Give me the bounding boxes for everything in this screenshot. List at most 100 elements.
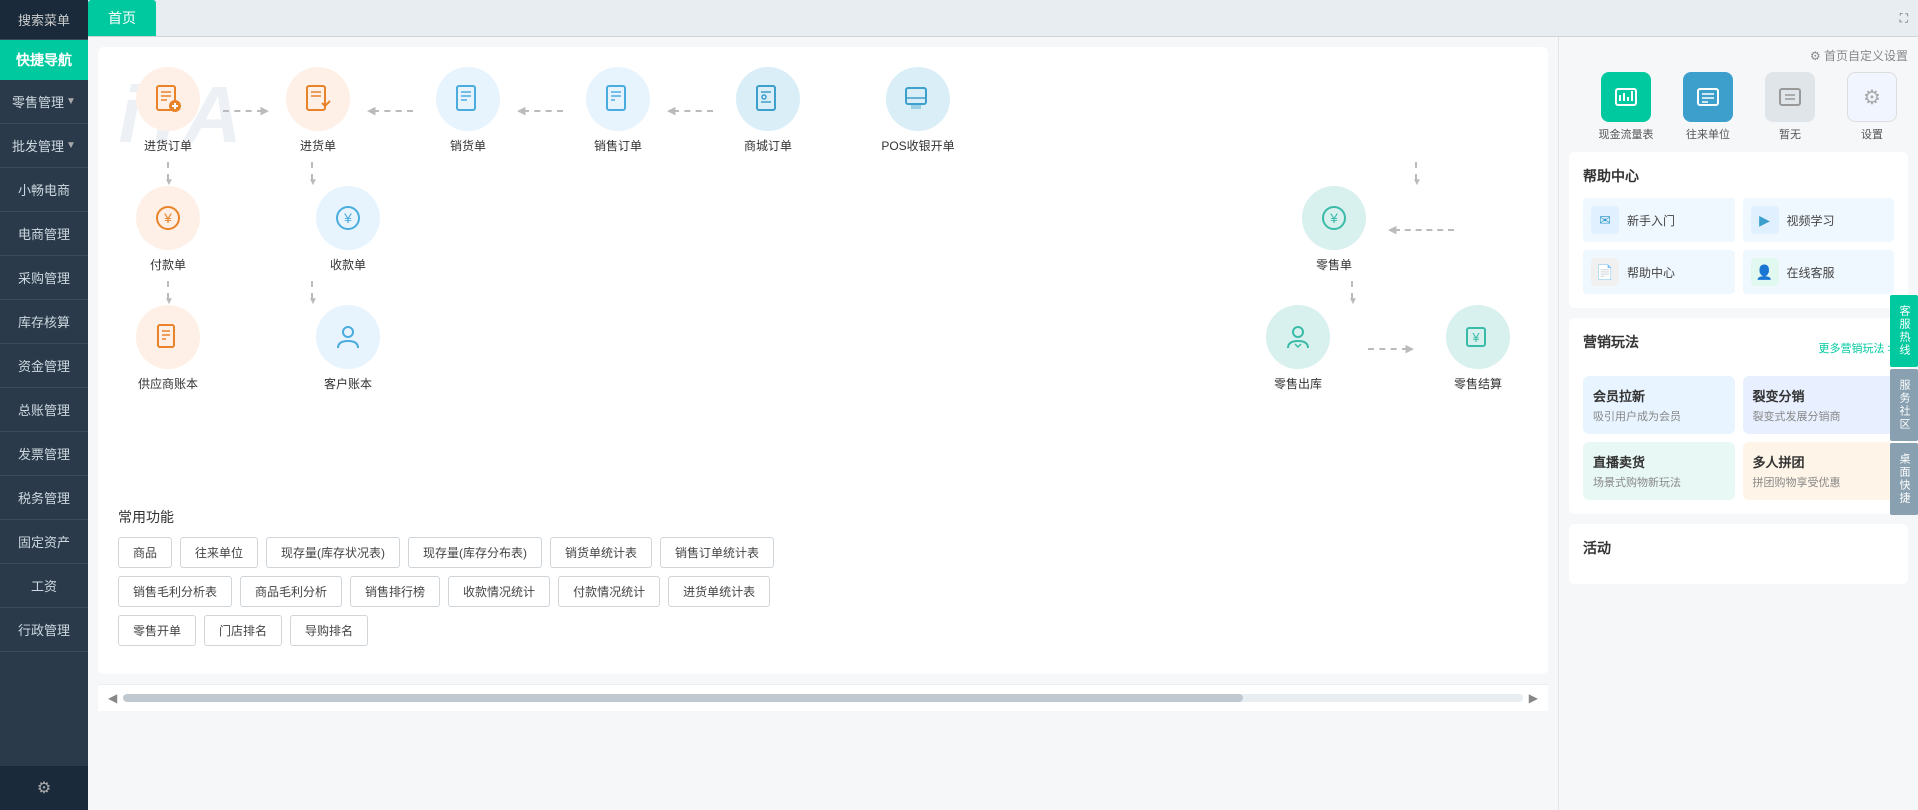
func-btn-sales-order-stat[interactable]: 销售订单统计表 [660, 537, 774, 568]
sidebar-item-ecommerce-small[interactable]: 小畅电商 [0, 168, 88, 212]
node-purchase-order[interactable]: 进货订单 [118, 67, 218, 154]
node-supplier-ledger[interactable]: 供应商账本 [118, 305, 218, 392]
func-btn-partner[interactable]: 往来单位 [180, 537, 258, 568]
node-sales[interactable]: 销货单 [418, 67, 518, 154]
func-btn-store-rank[interactable]: 门店排名 [204, 615, 282, 646]
marketing-item-member[interactable]: 会员拉新 吸引用户成为会员 [1583, 376, 1735, 434]
play-icon: ▶ [1751, 206, 1779, 234]
sidebar-item-finance[interactable]: 资金管理 [0, 344, 88, 388]
fullscreen-button[interactable]: ⛶ [1900, 11, 1908, 25]
activity-section: 活动 [1569, 524, 1908, 584]
sidebar-nav-header: 快捷导航 [0, 40, 88, 80]
sidebar-item-purchase[interactable]: 采购管理 [0, 256, 88, 300]
node-collection[interactable]: ¥ 收款单 [298, 186, 398, 273]
scroll-track[interactable] [123, 694, 1523, 702]
sidebar-item-assets[interactable]: 固定资产 [0, 520, 88, 564]
help-item-center[interactable]: 📄 帮助中心 [1583, 250, 1735, 294]
none-icon [1765, 72, 1815, 122]
content-area: iTA 进货订单 ▶ [88, 37, 1918, 810]
node-sales-order[interactable]: 销售订单 [568, 67, 668, 154]
scroll-thumb [123, 694, 1243, 702]
svg-text:¥: ¥ [163, 210, 172, 226]
node-circle-retail-settle: ¥ [1446, 305, 1510, 369]
node-circle-retail-out [1266, 305, 1330, 369]
sidebar-item-ecommerce[interactable]: 电商管理 [0, 212, 88, 256]
node-retail-out[interactable]: 零售出库 [1248, 305, 1348, 392]
marketing-title: 营销玩法 [1583, 332, 1639, 352]
sidebar-item-inventory[interactable]: 库存核算 [0, 300, 88, 344]
homepage-customize-label[interactable]: ⚙ 首页自定义设置 [1590, 47, 1908, 64]
quick-icon-cashflow[interactable]: 现金流量表 [1590, 72, 1662, 142]
node-circle-customer-ledger [316, 305, 380, 369]
horizontal-scrollbar[interactable]: ◀ ▶ [98, 684, 1548, 711]
func-btn-stock-status[interactable]: 现存量(库存状况表) [266, 537, 400, 568]
settings-icon: ⚙ [1847, 72, 1897, 122]
node-circle-sales [436, 67, 500, 131]
main-area: 首页 ⛶ iTA 进货订单 [88, 0, 1918, 810]
func-btn-product[interactable]: 商品 [118, 537, 172, 568]
quick-icon-partner[interactable]: 往来单位 [1672, 72, 1744, 142]
svg-text:¥: ¥ [1471, 330, 1480, 345]
tab-home[interactable]: 首页 [88, 0, 156, 36]
quick-icon-none[interactable]: 暂无 [1754, 72, 1826, 142]
float-btn-community[interactable]: 服务社区 [1890, 369, 1918, 441]
node-circle-pos [886, 67, 950, 131]
partner-icon [1683, 72, 1733, 122]
mail-icon: ✉ [1591, 206, 1619, 234]
func-btn-sales-stat[interactable]: 销货单统计表 [550, 537, 652, 568]
person-icon: 👤 [1751, 258, 1779, 286]
func-btn-product-margin[interactable]: 商品毛利分析 [240, 576, 342, 607]
node-circle-purchase [286, 67, 350, 131]
chevron-down-icon: ▼ [66, 96, 76, 107]
func-btn-sales-margin[interactable]: 销售毛利分析表 [118, 576, 232, 607]
help-item-online[interactable]: 👤 在线客服 [1743, 250, 1895, 294]
sidebar-item-ledger[interactable]: 总账管理 [0, 388, 88, 432]
sidebar-item-invoice[interactable]: 发票管理 [0, 432, 88, 476]
sidebar-item-payroll[interactable]: 工资 [0, 564, 88, 608]
activity-title: 活动 [1583, 538, 1894, 558]
left-panel: iTA 进货订单 ▶ [88, 37, 1558, 810]
node-retail-settle[interactable]: ¥ 零售结算 [1428, 305, 1528, 392]
node-payment[interactable]: ¥ 付款单 [118, 186, 218, 273]
node-mall-order[interactable]: 商城订单 [718, 67, 818, 154]
scroll-right-arrow[interactable]: ▶ [1529, 691, 1538, 705]
scroll-left-arrow[interactable]: ◀ [108, 691, 117, 705]
node-circle-payment: ¥ [136, 186, 200, 250]
sidebar-item-admin[interactable]: 行政管理 [0, 608, 88, 652]
help-item-video[interactable]: ▶ 视频学习 [1743, 198, 1895, 242]
node-customer-ledger[interactable]: 客户账本 [298, 305, 398, 392]
func-btn-stock-dist[interactable]: 现存量(库存分布表) [408, 537, 542, 568]
node-pos[interactable]: POS收银开单 [868, 67, 968, 154]
floating-buttons: 客服热线 服务社区 桌面快捷 [1890, 295, 1918, 515]
tab-bar-right: ⛶ [1900, 10, 1918, 26]
marketing-item-group[interactable]: 多人拼团 拼团购物享受优惠 [1743, 442, 1895, 500]
help-item-beginner[interactable]: ✉ 新手入门 [1583, 198, 1735, 242]
sidebar-item-tax[interactable]: 税务管理 [0, 476, 88, 520]
func-btn-payment-stat[interactable]: 付款情况统计 [558, 576, 660, 607]
func-btn-retail-open[interactable]: 零售开单 [118, 615, 196, 646]
sidebar-item-wholesale[interactable]: 批发管理 ▼ [0, 124, 88, 168]
marketing-more-link[interactable]: 更多营销玩法 > [1819, 340, 1894, 356]
node-circle-collection: ¥ [316, 186, 380, 250]
quick-icon-settings[interactable]: ⚙ 设置 [1836, 72, 1908, 142]
marketing-item-fission[interactable]: 裂变分销 裂变式发展分销商 [1743, 376, 1895, 434]
sidebar-search[interactable]: 搜索菜单 [0, 0, 88, 40]
common-functions: 常用功能 商品 往来单位 现存量(库存状况表) 现存量(库存分布表) 销货单统计… [118, 507, 1528, 646]
float-btn-desktop[interactable]: 桌面快捷 [1890, 443, 1918, 515]
gear-icon: ⚙ [37, 780, 51, 797]
float-btn-service[interactable]: 客服热线 [1890, 295, 1918, 367]
marketing-item-live[interactable]: 直播卖货 场景式购物新玩法 [1583, 442, 1735, 500]
node-circle-retail-order: ¥ [1302, 186, 1366, 250]
svg-text:¥: ¥ [343, 210, 352, 226]
svg-text:¥: ¥ [1329, 210, 1338, 226]
func-btn-collection-stat[interactable]: 收款情况统计 [448, 576, 550, 607]
node-purchase[interactable]: 进货单 [268, 67, 368, 154]
node-retail-order[interactable]: ¥ 零售单 [1284, 186, 1384, 273]
sidebar-settings[interactable]: ⚙ [0, 766, 88, 810]
func-buttons-row2: 销售毛利分析表 商品毛利分析 销售排行榜 收款情况统计 付款情况统计 进货单统计… [118, 576, 1528, 607]
func-btn-purchase-stat[interactable]: 进货单统计表 [668, 576, 770, 607]
sidebar-item-retail[interactable]: 零售管理 ▼ [0, 80, 88, 124]
func-btn-guide-rank[interactable]: 导购排名 [290, 615, 368, 646]
func-btn-sales-rank[interactable]: 销售排行榜 [350, 576, 440, 607]
doc-icon: 📄 [1591, 258, 1619, 286]
